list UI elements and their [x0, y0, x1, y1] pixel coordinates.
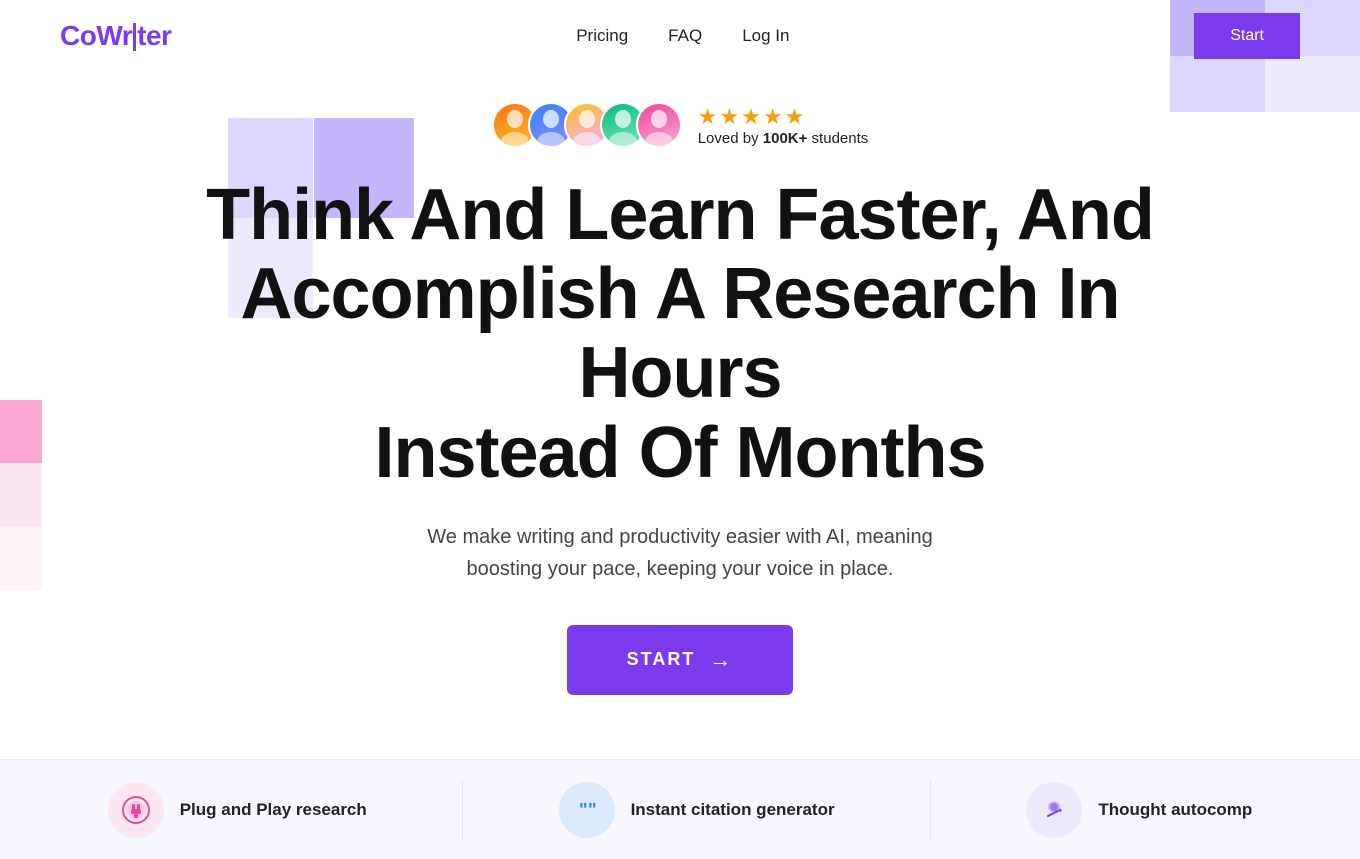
avatar-group	[492, 102, 682, 148]
cta-start-button[interactable]: START →	[567, 625, 794, 695]
nav-pricing[interactable]: Pricing	[576, 26, 628, 46]
feature-research: Plug and Play research	[108, 782, 367, 838]
hero-subtext: We make writing and productivity easier …	[370, 521, 990, 585]
feature-thought: Thought autocomp	[1026, 782, 1252, 838]
feature-research-label: Plug and Play research	[180, 800, 367, 820]
feature-divider-2	[930, 780, 931, 840]
headline-line3: Instead Of Months	[375, 413, 986, 493]
feature-thought-label: Thought autocomp	[1098, 800, 1252, 820]
feature-citation: " " Instant citation generator	[559, 782, 835, 838]
citation-icon: " "	[559, 782, 615, 838]
research-icon	[108, 782, 164, 838]
headline-line2: Accomplish A Research In Hours	[241, 254, 1120, 413]
cta-arrow-icon: →	[709, 647, 733, 673]
hero-section: ★★★★★ Loved by 100K+ students Think And …	[0, 72, 1360, 695]
nav-links: Pricing FAQ Log In	[576, 26, 789, 46]
nav-faq[interactable]: FAQ	[668, 26, 702, 46]
avatar-5	[636, 102, 682, 148]
svg-text:": "	[588, 800, 597, 820]
loved-text: Loved by 100K+ students	[698, 130, 869, 147]
star-rating: ★★★★★	[698, 104, 807, 130]
headline-line1: Think And Learn Faster, And	[206, 175, 1154, 255]
nav-start-button[interactable]: Start	[1194, 13, 1300, 59]
features-bar: Plug and Play research " " Instant citat…	[0, 759, 1360, 859]
feature-citation-label: Instant citation generator	[631, 800, 835, 820]
student-count: 100K+	[763, 130, 808, 147]
cta-label: START	[627, 649, 696, 670]
hero-headline: Think And Learn Faster, And Accomplish A…	[205, 176, 1155, 493]
ratings-block: ★★★★★ Loved by 100K+ students	[698, 104, 869, 147]
thought-icon	[1026, 782, 1082, 838]
navbar: CoWrter Pricing FAQ Log In Start	[0, 0, 1360, 72]
svg-text:": "	[579, 800, 588, 820]
logo[interactable]: CoWrter	[60, 20, 171, 52]
social-proof: ★★★★★ Loved by 100K+ students	[0, 102, 1360, 148]
hero-subtext-line2: boosting your pace, keeping your voice i…	[467, 558, 894, 580]
feature-divider-1	[462, 780, 463, 840]
hero-subtext-line1: We make writing and productivity easier …	[427, 526, 932, 548]
nav-login[interactable]: Log In	[742, 26, 789, 46]
